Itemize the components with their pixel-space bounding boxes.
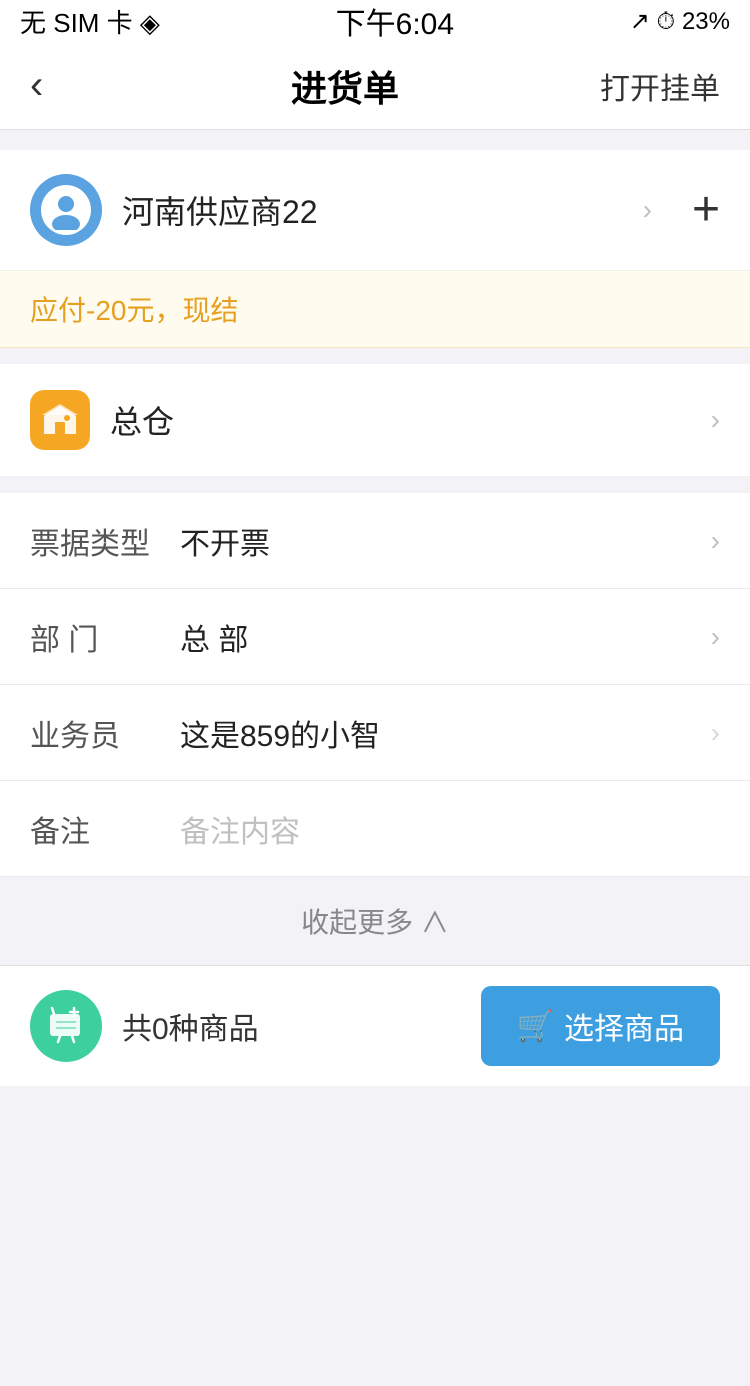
remarks-row[interactable]: 备注 备注内容 [0, 781, 750, 877]
select-product-icon: 🛒 [517, 1009, 554, 1044]
product-count: 共0种商品 [122, 1004, 481, 1048]
add-supplier-button[interactable]: + [682, 186, 720, 234]
warehouse-row[interactable]: 总仓 [0, 364, 750, 477]
status-time: 下午6:04 [336, 0, 454, 43]
section-divider-1 [0, 130, 750, 150]
status-bar: 无 SIM 卡 ◈ 下午6:04 ↗ ⏱ 23% [0, 0, 750, 42]
notice-row: 应付-20元，现结 [0, 271, 750, 348]
invoice-type-label: 票据类型 [30, 519, 170, 563]
open-pending-button[interactable]: 打开挂单 [600, 64, 720, 108]
nav-bar: ‹ 进货单 打开挂单 [0, 42, 750, 130]
select-product-label: 选择商品 [564, 1004, 684, 1048]
page-title: 进货单 [291, 60, 399, 112]
invoice-type-chevron-icon [711, 525, 720, 557]
salesperson-row[interactable]: 业务员 这是859的小智 [0, 685, 750, 781]
salesperson-label: 业务员 [30, 711, 170, 755]
sim-status: 无 SIM 卡 ◈ [20, 3, 160, 40]
supplier-name: 河南供应商22 [122, 187, 643, 233]
department-value: 总 部 [170, 615, 711, 659]
supplier-chevron-icon [643, 194, 652, 226]
battery-status: ↗ ⏱ 23% [630, 7, 730, 36]
section-divider-2 [0, 348, 750, 364]
status-right: ↗ ⏱ 23% [630, 7, 730, 36]
product-icon [30, 990, 102, 1062]
page-rest [0, 1086, 750, 1386]
status-left: 无 SIM 卡 ◈ [20, 3, 160, 40]
department-label: 部 门 [30, 615, 170, 659]
supplier-avatar [30, 174, 102, 246]
bottom-bar: 共0种商品 🛒 选择商品 [0, 965, 750, 1086]
department-chevron-icon [711, 621, 720, 653]
collapse-row[interactable]: 收起更多 ∧ [0, 877, 750, 965]
department-row[interactable]: 部 门 总 部 [0, 589, 750, 685]
salesperson-chevron-icon [711, 717, 720, 749]
salesperson-value: 这是859的小智 [170, 711, 711, 755]
remarks-label: 备注 [30, 807, 170, 851]
remarks-value[interactable]: 备注内容 [170, 807, 720, 851]
section-divider-3 [0, 477, 750, 493]
warehouse-chevron-icon [711, 404, 720, 436]
invoice-type-value: 不开票 [170, 519, 711, 563]
select-product-button[interactable]: 🛒 选择商品 [481, 986, 720, 1066]
supplier-avatar-inner [41, 185, 91, 235]
invoice-type-row[interactable]: 票据类型 不开票 [0, 493, 750, 589]
cart-icon [46, 1006, 86, 1046]
supplier-row[interactable]: 河南供应商22 + [0, 150, 750, 271]
warehouse-svg-icon [42, 402, 78, 438]
person-icon [46, 190, 86, 230]
back-button[interactable]: ‹ [30, 63, 90, 108]
warehouse-name: 总仓 [110, 397, 711, 443]
supplier-section: 河南供应商22 + 应付-20元，现结 [0, 150, 750, 348]
warehouse-section: 总仓 [0, 364, 750, 477]
form-section: 票据类型 不开票 部 门 总 部 业务员 这是859的小智 备注 备注内容 [0, 493, 750, 877]
warehouse-icon [30, 390, 90, 450]
